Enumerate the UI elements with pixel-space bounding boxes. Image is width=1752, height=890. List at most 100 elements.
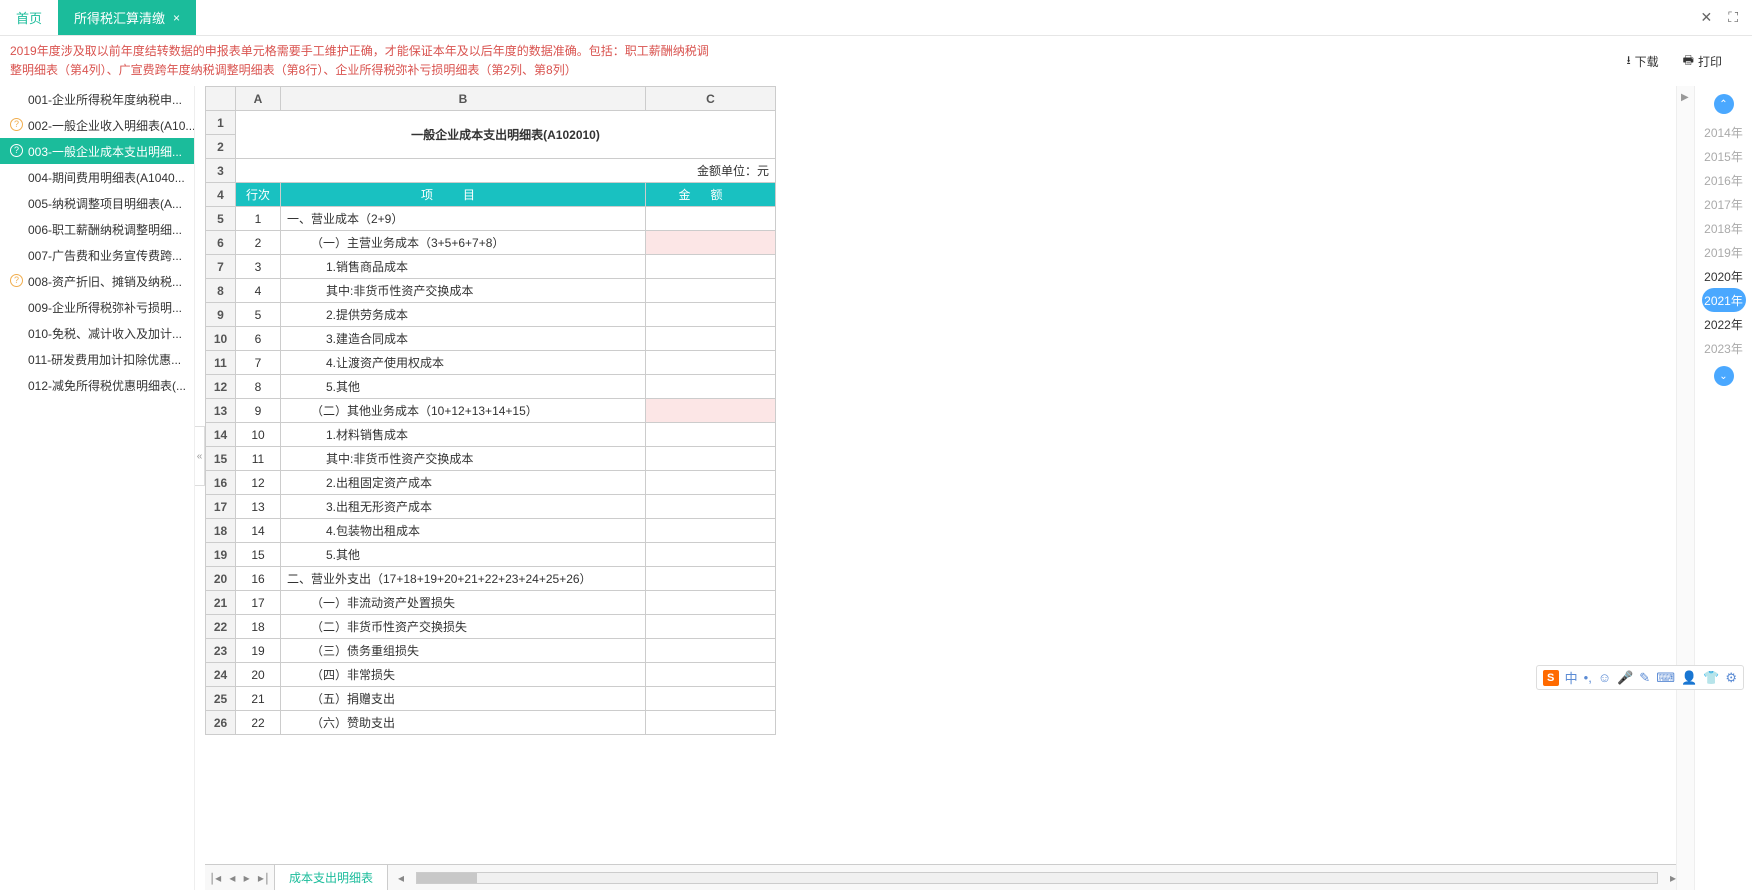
row-header[interactable]: 25 bbox=[206, 687, 236, 711]
row-header[interactable]: 7 bbox=[206, 255, 236, 279]
cell-amount[interactable] bbox=[646, 639, 776, 663]
year-2015年[interactable]: 2015年 bbox=[1702, 144, 1746, 168]
row-header[interactable]: 22 bbox=[206, 615, 236, 639]
cell-row-num[interactable]: 9 bbox=[236, 399, 281, 423]
row-header[interactable]: 24 bbox=[206, 663, 236, 687]
cell-amount[interactable] bbox=[646, 375, 776, 399]
ime-item[interactable]: ✎ bbox=[1639, 670, 1650, 686]
cell-item[interactable]: （六）赞助支出 bbox=[281, 711, 646, 735]
sidebar-item-8[interactable]: ?008-资产折旧、摊销及纳税... bbox=[0, 268, 194, 294]
cell-amount[interactable] bbox=[646, 447, 776, 471]
cell-row-num[interactable]: 15 bbox=[236, 543, 281, 567]
cell-amount[interactable] bbox=[646, 279, 776, 303]
cell-item[interactable]: （三）债务重组损失 bbox=[281, 639, 646, 663]
cell-amount[interactable] bbox=[646, 615, 776, 639]
cell-amount[interactable] bbox=[646, 327, 776, 351]
close-all-icon[interactable]: ✕ bbox=[1700, 9, 1712, 26]
year-2016年[interactable]: 2016年 bbox=[1702, 168, 1746, 192]
cell-item[interactable]: 4.包装物出租成本 bbox=[281, 519, 646, 543]
cell-amount[interactable] bbox=[646, 519, 776, 543]
row-header[interactable]: 14 bbox=[206, 423, 236, 447]
cell-row-num[interactable]: 13 bbox=[236, 495, 281, 519]
col-header-A[interactable]: A bbox=[236, 87, 281, 111]
hscroll-left-icon[interactable]: ◂ bbox=[398, 871, 404, 885]
cell-item[interactable]: 二、营业外支出（17+18+19+20+21+22+23+24+25+26） bbox=[281, 567, 646, 591]
row-header[interactable]: 2 bbox=[206, 135, 236, 159]
row-header[interactable]: 9 bbox=[206, 303, 236, 327]
row-header[interactable]: 5 bbox=[206, 207, 236, 231]
cell-row-num[interactable]: 5 bbox=[236, 303, 281, 327]
cell-amount[interactable] bbox=[646, 303, 776, 327]
cell-row-num[interactable]: 21 bbox=[236, 687, 281, 711]
cell-row-num[interactable]: 3 bbox=[236, 255, 281, 279]
cell-item[interactable]: 5.其他 bbox=[281, 375, 646, 399]
cell-item[interactable]: 其中:非货币性资产交换成本 bbox=[281, 447, 646, 471]
cell-amount[interactable] bbox=[646, 543, 776, 567]
cell-amount[interactable] bbox=[646, 423, 776, 447]
sidebar-item-7[interactable]: 007-广告费和业务宣传费跨... bbox=[0, 242, 194, 268]
sidebar-item-6[interactable]: 006-职工薪酬纳税调整明细... bbox=[0, 216, 194, 242]
print-button[interactable]: 🖶 打印 bbox=[1683, 51, 1722, 72]
cell-row-num[interactable]: 7 bbox=[236, 351, 281, 375]
year-2021年[interactable]: 2021年 bbox=[1702, 288, 1746, 312]
cell-amount[interactable] bbox=[646, 471, 776, 495]
row-header[interactable]: 8 bbox=[206, 279, 236, 303]
cell-item[interactable]: 3.建造合同成本 bbox=[281, 327, 646, 351]
cell-item[interactable]: 4.让渡资产使用权成本 bbox=[281, 351, 646, 375]
cell-item[interactable]: （五）捐赠支出 bbox=[281, 687, 646, 711]
cell-row-num[interactable]: 2 bbox=[236, 231, 281, 255]
sheet-tab-cost[interactable]: 成本支出明细表 bbox=[275, 865, 388, 890]
fullscreen-icon[interactable]: ⛶ bbox=[1728, 9, 1738, 26]
cell-item[interactable]: （二）其他业务成本（10+12+13+14+15） bbox=[281, 399, 646, 423]
cell-amount[interactable] bbox=[646, 687, 776, 711]
row-header[interactable]: 11 bbox=[206, 351, 236, 375]
corner-cell[interactable] bbox=[206, 87, 236, 111]
sidebar-item-5[interactable]: 005-纳税调整项目明细表(A... bbox=[0, 190, 194, 216]
row-header[interactable]: 17 bbox=[206, 495, 236, 519]
sheet-nav-first-icon[interactable]: ∣◂ bbox=[209, 871, 221, 885]
row-header[interactable]: 21 bbox=[206, 591, 236, 615]
row-header[interactable]: 16 bbox=[206, 471, 236, 495]
row-header[interactable]: 1 bbox=[206, 111, 236, 135]
sheet-nav-prev-icon[interactable]: ◂ bbox=[229, 871, 235, 885]
cell-item[interactable]: 5.其他 bbox=[281, 543, 646, 567]
cell-row-num[interactable]: 22 bbox=[236, 711, 281, 735]
tab-home[interactable]: 首页 bbox=[0, 0, 58, 35]
year-2020年[interactable]: 2020年 bbox=[1702, 264, 1746, 288]
sidebar-item-10[interactable]: 010-免税、减计收入及加计... bbox=[0, 320, 194, 346]
cell-row-num[interactable]: 17 bbox=[236, 591, 281, 615]
cell-item[interactable]: （二）非货币性资产交换损失 bbox=[281, 615, 646, 639]
row-header[interactable]: 18 bbox=[206, 519, 236, 543]
cell-amount[interactable] bbox=[646, 663, 776, 687]
cell-item[interactable]: 1.销售商品成本 bbox=[281, 255, 646, 279]
cell-row-num[interactable]: 6 bbox=[236, 327, 281, 351]
close-icon[interactable]: × bbox=[173, 11, 180, 25]
sheet-nav-last-icon[interactable]: ▸∣ bbox=[258, 871, 270, 885]
col-header-C[interactable]: C bbox=[646, 87, 776, 111]
cell-row-num[interactable]: 18 bbox=[236, 615, 281, 639]
cell-item[interactable]: （四）非常损失 bbox=[281, 663, 646, 687]
cell-row-num[interactable]: 11 bbox=[236, 447, 281, 471]
cell-amount[interactable] bbox=[646, 399, 776, 423]
sidebar-item-2[interactable]: ?002-一般企业收入明细表(A10... bbox=[0, 112, 194, 138]
year-2017年[interactable]: 2017年 bbox=[1702, 192, 1746, 216]
sidebar-item-3[interactable]: ?003-一般企业成本支出明细... bbox=[0, 138, 194, 164]
sidebar-item-12[interactable]: 012-减免所得税优惠明细表(... bbox=[0, 372, 194, 398]
col-header-B[interactable]: B bbox=[281, 87, 646, 111]
ime-item[interactable]: 👤 bbox=[1681, 670, 1697, 686]
cell-amount[interactable] bbox=[646, 207, 776, 231]
sidebar-collapse-handle[interactable]: « bbox=[195, 426, 205, 486]
sidebar-item-9[interactable]: 009-企业所得税弥补亏损明... bbox=[0, 294, 194, 320]
cell-row-num[interactable]: 16 bbox=[236, 567, 281, 591]
row-header[interactable]: 19 bbox=[206, 543, 236, 567]
cell-item[interactable]: （一）非流动资产处置损失 bbox=[281, 591, 646, 615]
horizontal-scrollbar[interactable] bbox=[416, 872, 1658, 884]
tab-tax-settlement[interactable]: 所得税汇算清缴 × bbox=[58, 0, 196, 35]
ime-item[interactable]: ⌨ bbox=[1656, 670, 1675, 686]
cell-row-num[interactable]: 8 bbox=[236, 375, 281, 399]
row-header[interactable]: 23 bbox=[206, 639, 236, 663]
ime-item[interactable]: •, bbox=[1584, 670, 1592, 685]
cell-amount[interactable] bbox=[646, 567, 776, 591]
row-header[interactable]: 10 bbox=[206, 327, 236, 351]
ime-item[interactable]: 中 bbox=[1565, 668, 1578, 687]
